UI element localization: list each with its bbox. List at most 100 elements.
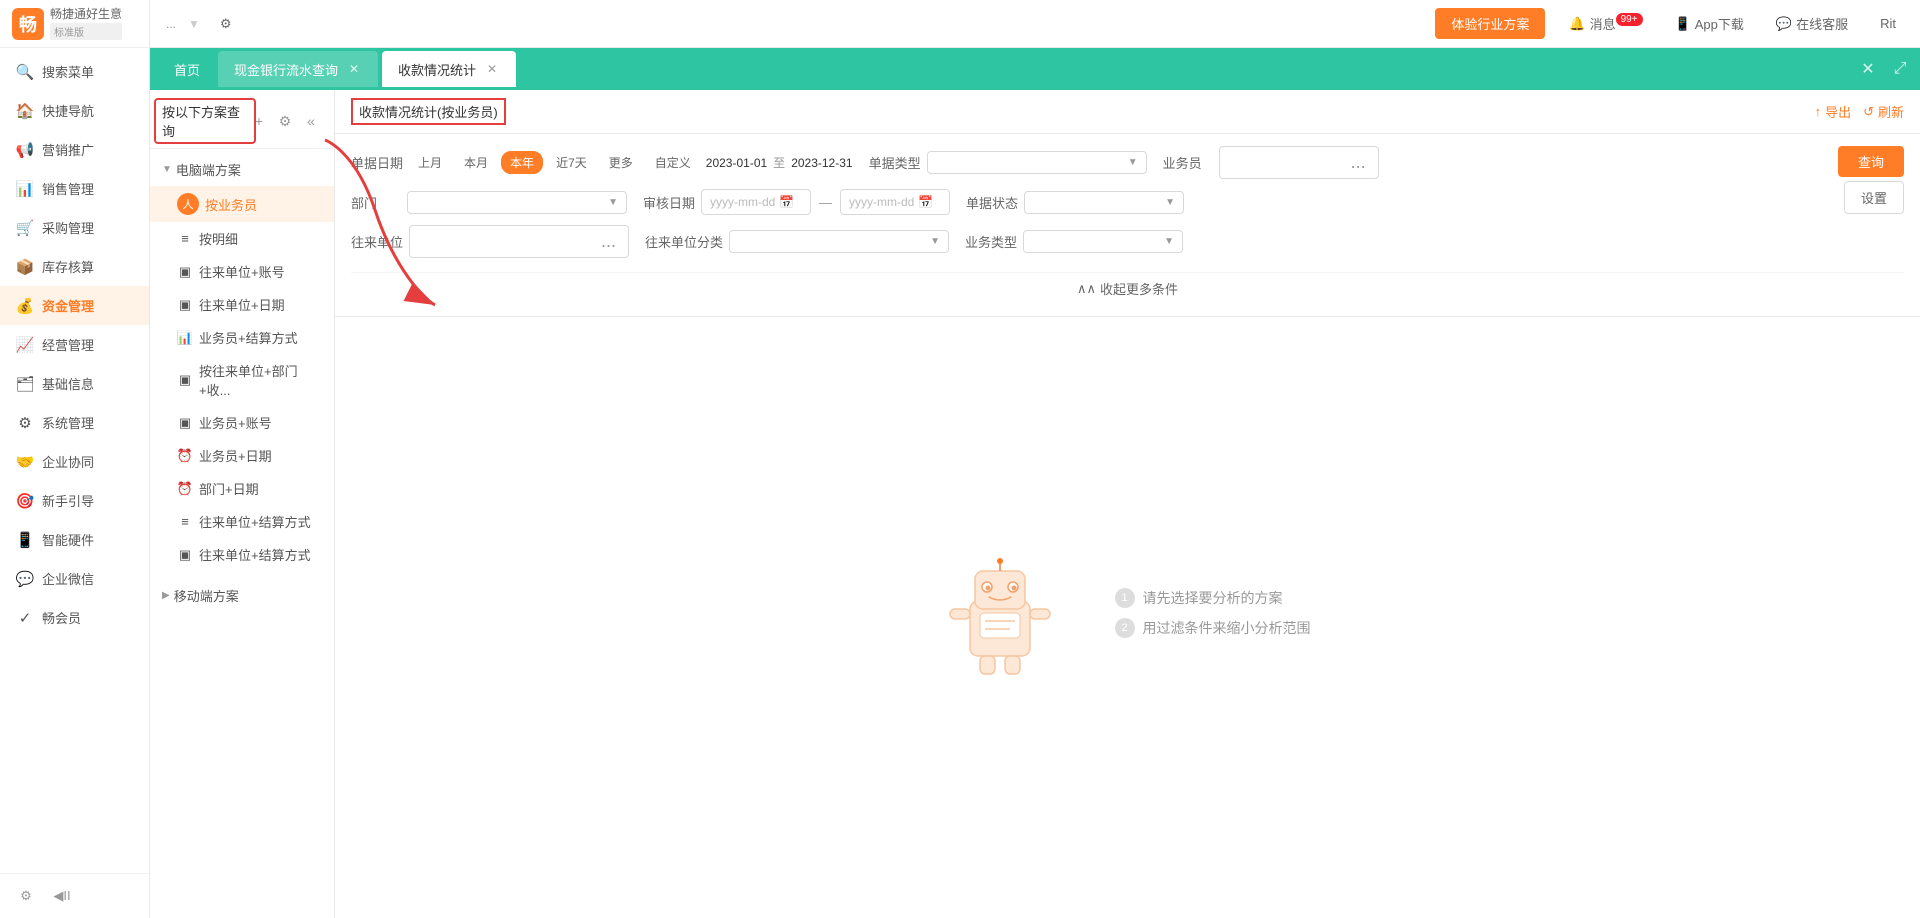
collapse-filter-button[interactable]: ∧∧ 收起更多条件: [351, 272, 1904, 304]
step-2-text: 用过滤条件来缩小分析范围: [1143, 618, 1311, 638]
refresh-label: 刷新: [1878, 102, 1904, 121]
tree-item-unit-date[interactable]: ▣ 往来单位+日期: [150, 288, 334, 321]
sidebar-item-operations[interactable]: 📈 经营管理: [0, 325, 149, 364]
date-btn-custom[interactable]: 自定义: [646, 151, 700, 174]
top-bar: ... ▼ ⚙ 体验行业方案 🔔 消息 99+ 📱 App下载 💬 在线客服: [150, 0, 1920, 48]
tree-item-salesperson-payment[interactable]: 📊 业务员+结算方式: [150, 321, 334, 354]
sidebar: 畅 畅捷通好生意 标准版 🔍 搜索菜单 🏠 快捷导航 📢 营销推广 📊 销售管理: [0, 0, 150, 918]
sidebar-item-hardware[interactable]: 📱 智能硬件: [0, 520, 149, 559]
sidebar-item-label: 系统管理: [42, 413, 94, 432]
voucher-type-select[interactable]: ▼: [927, 151, 1147, 174]
date-separator: 至: [773, 154, 785, 171]
tree-item-salesperson-account[interactable]: ▣ 业务员+账号: [150, 406, 334, 439]
salesperson-more-icon[interactable]: ...: [1347, 152, 1370, 173]
sidebar-item-purchase[interactable]: 🛒 采购管理: [0, 208, 149, 247]
sidebar-item-inventory[interactable]: 📦 库存核算: [0, 247, 149, 286]
voucher-status-arrow-icon: ▼: [1165, 197, 1175, 208]
sidebar-item-enterprise[interactable]: 🤝 企业协同: [0, 442, 149, 481]
business-type-select[interactable]: ▼: [1023, 230, 1183, 253]
finance-icon: 💰: [16, 297, 34, 315]
sidebar-item-sales[interactable]: 📊 销售管理: [0, 169, 149, 208]
tab-bank-close-button[interactable]: ✕: [346, 61, 362, 77]
counterpart-category-arrow-icon: ▼: [930, 236, 940, 247]
counterpart-more-icon[interactable]: ...: [597, 231, 620, 252]
filter-row-3: 往来单位 ... 往来单位分类: [351, 225, 1822, 258]
date-btn-last-month[interactable]: 上月: [409, 151, 451, 174]
audit-date-to[interactable]: yyyy-mm-dd 📅: [840, 189, 950, 215]
counterpart-category-select[interactable]: ▼: [729, 230, 949, 253]
add-scheme-button[interactable]: +: [248, 110, 270, 132]
sidebar-item-wechat[interactable]: 💬 企业微信: [0, 559, 149, 598]
date-btn-this-year[interactable]: 本年: [501, 151, 543, 174]
tab-collection-close-button[interactable]: ✕: [484, 61, 500, 77]
tree-parent-mobile[interactable]: ▶ 移动端方案: [150, 579, 334, 612]
sidebar-settings-button[interactable]: ⚙: [12, 882, 40, 910]
sidebar-item-label: 搜索菜单: [42, 62, 94, 81]
tree-item-unit-payment1[interactable]: ≡ 往来单位+结算方式: [150, 505, 334, 538]
sidebar-item-member[interactable]: ✓ 畅会员: [0, 598, 149, 637]
sidebar-item-marketing[interactable]: 📢 营销推广: [0, 130, 149, 169]
window-maximize-button[interactable]: ⤢: [1888, 57, 1912, 81]
purchase-icon: 🛒: [16, 219, 34, 237]
refresh-button[interactable]: ↺ 刷新: [1863, 102, 1904, 121]
export-button[interactable]: ↑ 导出: [1815, 102, 1852, 121]
sidebar-collapse-button[interactable]: ◀II: [48, 882, 76, 910]
sidebar-item-quick-nav[interactable]: 🏠 快捷导航: [0, 91, 149, 130]
tree-expand-icon: ▼: [162, 164, 172, 175]
unit-date-icon: ▣: [177, 297, 193, 313]
audit-date-dash: —: [819, 195, 832, 210]
tree-item-by-detail[interactable]: ≡ 按明细: [150, 222, 334, 255]
tree-parent-desktop[interactable]: ▼ 电脑端方案: [150, 153, 334, 186]
counterpart-select[interactable]: ...: [409, 225, 629, 258]
voucher-status-select[interactable]: ▼: [1024, 191, 1184, 214]
date-btn-more[interactable]: 更多: [600, 151, 642, 174]
tree-section-mobile: ▶ 移动端方案: [150, 575, 334, 616]
setting-button[interactable]: 设置: [1844, 181, 1904, 214]
tree-section-label: 电脑端方案: [176, 160, 241, 179]
date-btn-this-month[interactable]: 本月: [455, 151, 497, 174]
scheme-settings-button[interactable]: ⚙: [274, 110, 296, 132]
trial-button[interactable]: 体验行业方案: [1435, 8, 1545, 39]
app-download-button[interactable]: 📱 App下载: [1667, 10, 1752, 37]
tree-item-unit-payment2[interactable]: ▣ 往来单位+结算方式: [150, 538, 334, 571]
tab-collection[interactable]: 收款情况统计 ✕: [382, 51, 516, 87]
user-avatar[interactable]: Rit: [1872, 12, 1904, 35]
sidebar-item-finance[interactable]: 💰 资金管理: [0, 286, 149, 325]
dept-select[interactable]: ▼: [407, 191, 627, 214]
notification-button[interactable]: 🔔 消息 99+: [1561, 10, 1650, 37]
unit-account-icon: ▣: [177, 264, 193, 280]
top-bar-left: ... ▼ ⚙: [166, 12, 240, 36]
query-button[interactable]: 查询: [1838, 146, 1904, 177]
tree-item-unit-dept-collect[interactable]: ▣ 按往来单位+部门+收...: [150, 354, 334, 406]
settings-button[interactable]: ⚙: [212, 12, 240, 36]
audit-date-from[interactable]: yyyy-mm-dd 📅: [701, 189, 811, 215]
download-icon: 📱: [1675, 16, 1691, 32]
sidebar-item-label: 快捷导航: [42, 101, 94, 120]
sidebar-item-system[interactable]: ⚙ 系统管理: [0, 403, 149, 442]
marketing-icon: 📢: [16, 141, 34, 159]
filter-voucher-status-item: 单据状态 ▼: [966, 191, 1184, 214]
date-btn-7days[interactable]: 近7天: [547, 151, 596, 174]
filter-audit-date-item: 审核日期 yyyy-mm-dd 📅 — yyyy-mm-dd 📅: [643, 189, 950, 215]
sidebar-item-basic-info[interactable]: 🗂 基础信息: [0, 364, 149, 403]
inventory-icon: 📦: [16, 258, 34, 276]
sidebar-item-label: 资金管理: [42, 296, 94, 315]
enterprise-icon: 🤝: [16, 453, 34, 471]
tab-bank[interactable]: 现金银行流水查询 ✕: [218, 51, 378, 87]
export-icon: ↑: [1815, 104, 1822, 119]
wechat-icon: 💬: [16, 570, 34, 588]
notification-icon: 🔔: [1569, 16, 1585, 32]
tree-item-dept-date[interactable]: ⏰ 部门+日期: [150, 472, 334, 505]
sidebar-item-guide[interactable]: 🎯 新手引导: [0, 481, 149, 520]
collapse-panel-button[interactable]: «: [300, 110, 322, 132]
tree-item-by-salesperson[interactable]: 人 按业务员: [150, 186, 334, 222]
tree-item-unit-account[interactable]: ▣ 往来单位+账号: [150, 255, 334, 288]
tree-item-salesperson-date[interactable]: ⏰ 业务员+日期: [150, 439, 334, 472]
tab-home[interactable]: 首页: [158, 48, 216, 90]
salesperson-select[interactable]: ...: [1219, 146, 1379, 179]
online-service-button[interactable]: 💬 在线客服: [1768, 10, 1856, 37]
window-close-button[interactable]: ✕: [1856, 57, 1880, 81]
left-panel: 按以下方案查询 + ⚙ « ▼ 电脑端方案 人: [150, 90, 335, 918]
sidebar-item-search[interactable]: 🔍 搜索菜单: [0, 52, 149, 91]
page-header: 收款情况统计(按业务员) ↑ 导出 ↺ 刷新: [335, 90, 1920, 134]
